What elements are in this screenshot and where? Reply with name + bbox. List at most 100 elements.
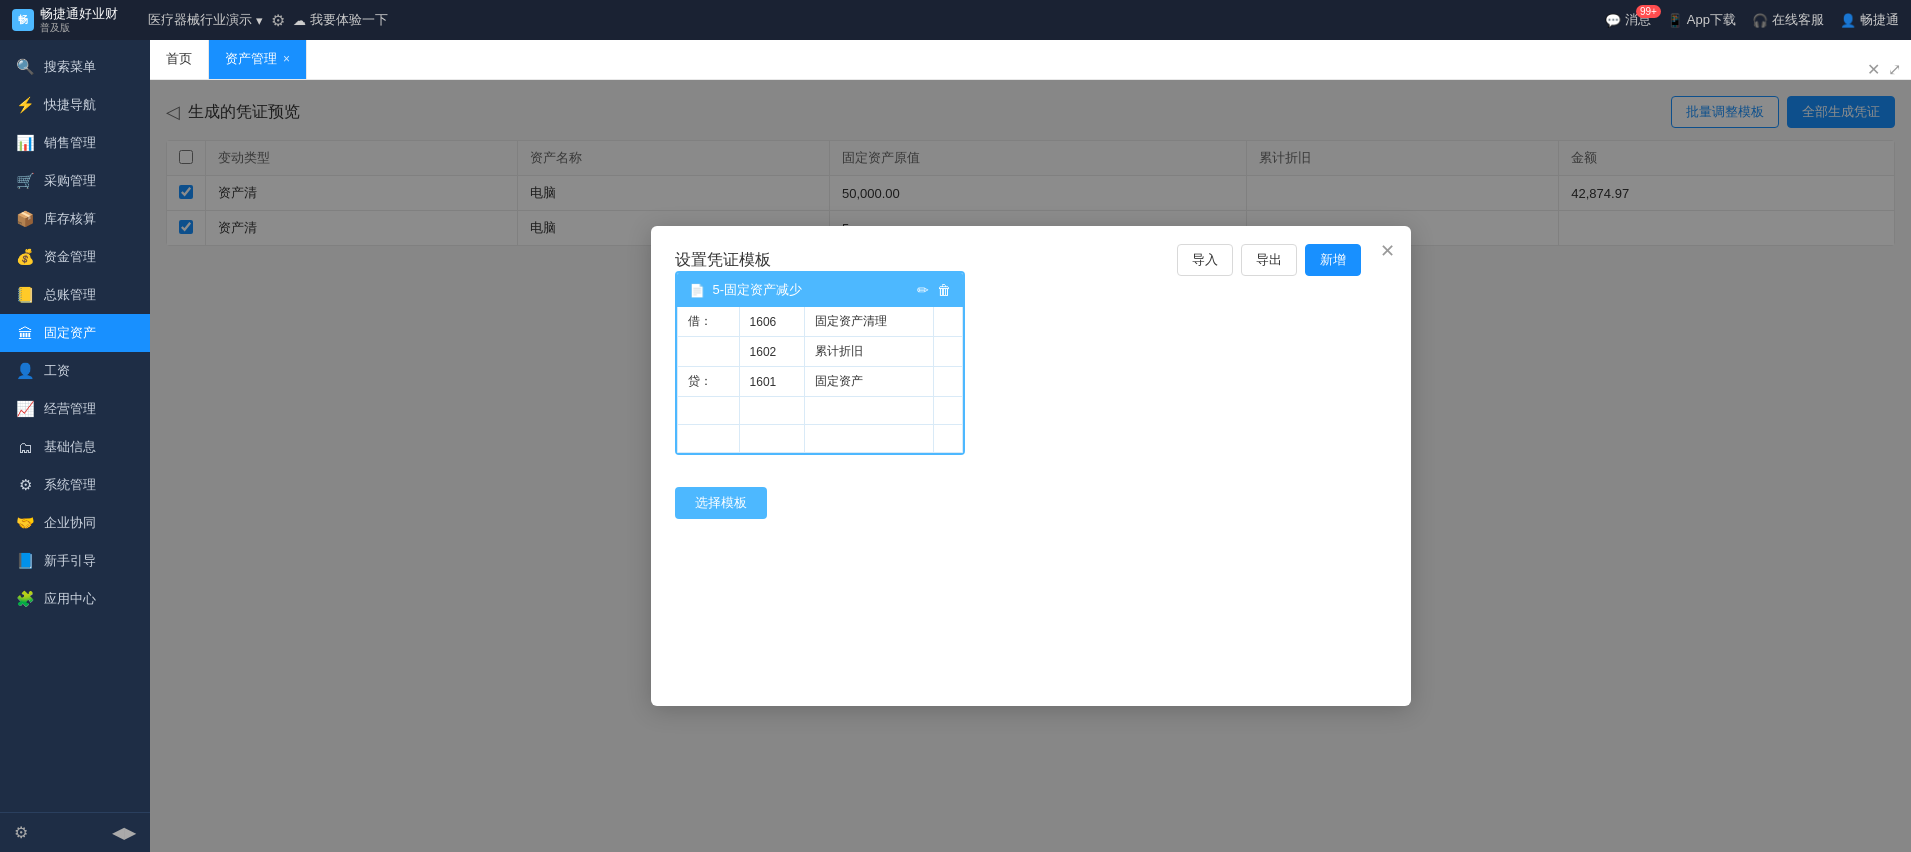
app-logo: 畅 畅捷通好业财 普及版 bbox=[12, 6, 118, 34]
sidebar-item-sales[interactable]: 📊 销售管理 bbox=[0, 124, 150, 162]
sidebar-item-payroll[interactable]: 👤 工资 bbox=[0, 352, 150, 390]
sidebar-item-app-center[interactable]: 🧩 应用中心 bbox=[0, 580, 150, 618]
edit-template-icon[interactable]: ✏ bbox=[917, 282, 929, 298]
top-bar: 畅 畅捷通好业财 普及版 医疗器械行业演示 ▾ ⚙ ☁ 我要体验一下 💬 消息 … bbox=[0, 0, 1911, 40]
sidebar-item-system[interactable]: ⚙ 系统管理 bbox=[0, 466, 150, 504]
sidebar-label-inventory: 库存核算 bbox=[44, 210, 96, 228]
system-icon: ⚙ bbox=[16, 476, 34, 494]
select-template-btn[interactable]: 选择模板 bbox=[675, 487, 767, 519]
new-template-btn[interactable]: 新增 bbox=[1305, 244, 1361, 276]
template-empty-1d bbox=[933, 397, 962, 425]
service-icon: 🎧 bbox=[1752, 13, 1768, 28]
sales-icon: 📊 bbox=[16, 134, 34, 152]
tab-action-close-icon[interactable]: ✕ bbox=[1867, 60, 1880, 79]
ledger-icon: 📒 bbox=[16, 286, 34, 304]
template-card-header: 📄 5-固定资产减少 ✏ 🗑 bbox=[677, 273, 963, 307]
online-service-label: 在线客服 bbox=[1772, 11, 1824, 29]
template-name: 5-固定资产减少 bbox=[713, 281, 803, 299]
import-btn[interactable]: 导入 bbox=[1177, 244, 1233, 276]
template-empty-1c bbox=[805, 397, 933, 425]
tab-asset-management[interactable]: 资产管理 × bbox=[209, 40, 307, 79]
message-icon: 💬 bbox=[1605, 13, 1621, 28]
template-side-2 bbox=[677, 337, 739, 367]
export-btn[interactable]: 导出 bbox=[1241, 244, 1297, 276]
template-account-1: 固定资产清理 bbox=[805, 307, 933, 337]
finance-icon: 💰 bbox=[16, 248, 34, 266]
sidebar-label-search: 搜索菜单 bbox=[44, 58, 96, 76]
template-row-3: 贷： 1601 固定资产 bbox=[677, 367, 962, 397]
tab-action-expand-icon[interactable]: ⤢ bbox=[1888, 60, 1901, 79]
template-side-1: 借： bbox=[677, 307, 739, 337]
enterprise-icon: 🤝 bbox=[16, 514, 34, 532]
template-code-2: 1602 bbox=[739, 337, 805, 367]
template-row-empty-1 bbox=[677, 397, 962, 425]
sidebar-item-ledger[interactable]: 📒 总账管理 bbox=[0, 276, 150, 314]
guide-icon: 📘 bbox=[16, 552, 34, 570]
sidebar-item-finance[interactable]: 💰 资金管理 bbox=[0, 238, 150, 276]
template-empty-2a bbox=[677, 425, 739, 453]
settings-icon-btn[interactable]: ⚙ bbox=[271, 11, 285, 30]
sidebar-item-inventory[interactable]: 📦 库存核算 bbox=[0, 200, 150, 238]
template-col4-1 bbox=[933, 307, 962, 337]
app-download-btn[interactable]: 📱 App下载 bbox=[1667, 11, 1736, 29]
tab-bar: 首页 资产管理 × ✕ ⤢ bbox=[150, 40, 1911, 80]
template-col4-3 bbox=[933, 367, 962, 397]
logo-text: 畅捷通好业财 普及版 bbox=[40, 6, 118, 34]
settings-bottom-icon[interactable]: ⚙ bbox=[14, 823, 28, 842]
template-row-1: 借： 1606 固定资产清理 bbox=[677, 307, 962, 337]
template-row-empty-2 bbox=[677, 425, 962, 453]
template-code-3: 1601 bbox=[739, 367, 805, 397]
app-center-icon: 🧩 bbox=[16, 590, 34, 608]
sidebar-item-base-info[interactable]: 🗂 基础信息 bbox=[0, 428, 150, 466]
delete-template-icon[interactable]: 🗑 bbox=[937, 282, 951, 298]
dropdown-icon: ▾ bbox=[256, 13, 263, 28]
operations-icon: 📈 bbox=[16, 400, 34, 418]
template-card-header-icons: ✏ 🗑 bbox=[917, 282, 951, 298]
sidebar-nav: 🔍 搜索菜单 ⚡ 快捷导航 📊 销售管理 🛒 采购管理 📦 库存核算 bbox=[0, 40, 150, 812]
experience-label: 我要体验一下 bbox=[310, 11, 388, 29]
top-bar-center: 医疗器械行业演示 ▾ ⚙ ☁ 我要体验一下 bbox=[148, 11, 1595, 30]
sidebar: 🔍 搜索菜单 ⚡ 快捷导航 📊 销售管理 🛒 采购管理 📦 库存核算 bbox=[0, 40, 150, 852]
payroll-icon: 👤 bbox=[16, 362, 34, 380]
sidebar-item-guide[interactable]: 📘 新手引导 bbox=[0, 542, 150, 580]
top-bar-right: 💬 消息 99+ 📱 App下载 🎧 在线客服 👤 畅捷通 bbox=[1605, 11, 1899, 29]
collapse-icon[interactable]: ◀▶ bbox=[112, 823, 136, 842]
sidebar-item-fixed-assets[interactable]: 🏛 固定资产 bbox=[0, 314, 150, 352]
quick-nav-icon: ⚡ bbox=[16, 96, 34, 114]
user-menu[interactable]: 👤 畅捷通 bbox=[1840, 11, 1899, 29]
sidebar-label-sales: 销售管理 bbox=[44, 134, 96, 152]
template-card-body: 借： 1606 固定资产清理 1602 累计折旧 bbox=[677, 307, 963, 453]
online-service-btn[interactable]: 🎧 在线客服 bbox=[1752, 11, 1824, 29]
content-area: 首页 资产管理 × ✕ ⤢ ◁ 生成的凭证预览 bbox=[150, 40, 1911, 852]
logo-icon: 畅 bbox=[12, 9, 34, 31]
message-badge: 99+ bbox=[1636, 5, 1661, 18]
company-selector[interactable]: 医疗器械行业演示 ▾ bbox=[148, 11, 263, 29]
template-account-3: 固定资产 bbox=[805, 367, 933, 397]
message-btn[interactable]: 💬 消息 99+ bbox=[1605, 11, 1651, 29]
modal-close-button[interactable]: ✕ bbox=[1380, 240, 1395, 262]
search-icon: 🔍 bbox=[16, 58, 34, 76]
sidebar-label-operations: 经营管理 bbox=[44, 400, 96, 418]
sidebar-label-quick-nav: 快捷导航 bbox=[44, 96, 96, 114]
template-account-2: 累计折旧 bbox=[805, 337, 933, 367]
template-side-3: 贷： bbox=[677, 367, 739, 397]
template-card: 📄 5-固定资产减少 ✏ 🗑 bbox=[675, 271, 965, 455]
template-row-2: 1602 累计折旧 bbox=[677, 337, 962, 367]
tab-home[interactable]: 首页 bbox=[150, 40, 209, 79]
template-empty-2c bbox=[805, 425, 933, 453]
template-empty-1b bbox=[739, 397, 805, 425]
page-content: ◁ 生成的凭证预览 批量调整模板 全部生成凭证 变动类型 bbox=[150, 80, 1911, 852]
app-download-label: App下载 bbox=[1687, 11, 1736, 29]
tab-asset-label: 资产管理 bbox=[225, 50, 277, 68]
sidebar-item-purchase[interactable]: 🛒 采购管理 bbox=[0, 162, 150, 200]
sidebar-item-quick-nav[interactable]: ⚡ 快捷导航 bbox=[0, 86, 150, 124]
tab-close-icon[interactable]: × bbox=[283, 52, 290, 66]
sidebar-item-operations[interactable]: 📈 经营管理 bbox=[0, 390, 150, 428]
purchase-icon: 🛒 bbox=[16, 172, 34, 190]
experience-btn[interactable]: ☁ 我要体验一下 bbox=[293, 11, 388, 29]
sidebar-item-search[interactable]: 🔍 搜索菜单 bbox=[0, 48, 150, 86]
logo-sub-text: 普及版 bbox=[40, 22, 118, 34]
sidebar-label-base-info: 基础信息 bbox=[44, 438, 96, 456]
template-table: 借： 1606 固定资产清理 1602 累计折旧 bbox=[677, 307, 963, 453]
sidebar-item-enterprise[interactable]: 🤝 企业协同 bbox=[0, 504, 150, 542]
